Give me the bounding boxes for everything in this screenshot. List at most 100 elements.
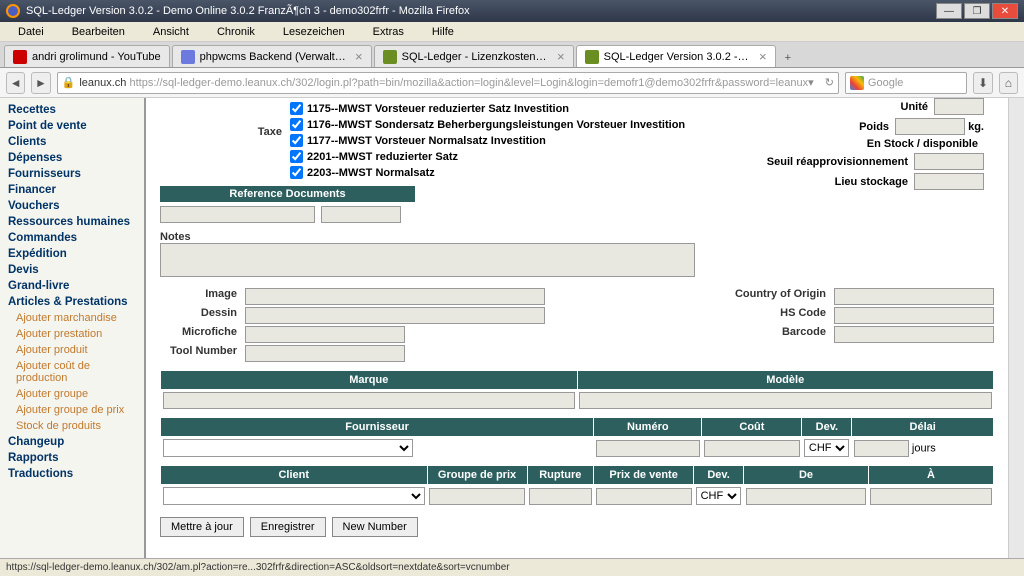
maximize-button[interactable]: ❐ bbox=[964, 3, 990, 19]
save-button[interactable]: Enregistrer bbox=[250, 517, 326, 537]
notes-textarea[interactable] bbox=[160, 243, 695, 277]
de-input[interactable] bbox=[746, 488, 867, 505]
sidebar-financer[interactable]: Financer bbox=[8, 182, 142, 198]
vertical-scrollbar[interactable] bbox=[1008, 98, 1024, 558]
sidebar-ajouter-groupeprix[interactable]: Ajouter groupe de prix bbox=[8, 402, 142, 418]
dropdown-icon[interactable]: ▾ bbox=[808, 76, 814, 89]
numero-input[interactable] bbox=[596, 440, 700, 457]
menu-ansicht[interactable]: Ansicht bbox=[139, 24, 203, 40]
sidebar-stock[interactable]: Stock de produits bbox=[8, 418, 142, 434]
sidebar-rapports[interactable]: Rapports bbox=[8, 450, 142, 466]
sidebar-vouchers[interactable]: Vouchers bbox=[8, 198, 142, 214]
menu-chronik[interactable]: Chronik bbox=[203, 24, 269, 40]
fournisseur-select[interactable] bbox=[163, 439, 413, 457]
modele-input[interactable] bbox=[579, 392, 992, 409]
poids-input[interactable] bbox=[895, 118, 965, 135]
sidebar-pointdevente[interactable]: Point de vente bbox=[8, 118, 142, 134]
prix-input[interactable] bbox=[596, 488, 692, 505]
sidebar: Recettes Point de vente Clients Dépenses… bbox=[0, 98, 146, 558]
tax-2203-checkbox[interactable] bbox=[290, 166, 303, 179]
unite-input[interactable] bbox=[934, 98, 984, 115]
hscode-label: HS Code bbox=[780, 307, 834, 319]
sidebar-changeup[interactable]: Changeup bbox=[8, 434, 142, 450]
menu-extras[interactable]: Extras bbox=[359, 24, 418, 40]
downloads-button[interactable]: ⬇ bbox=[973, 72, 992, 94]
tax-1176-checkbox[interactable] bbox=[290, 118, 303, 131]
de-header: De bbox=[744, 466, 869, 485]
groupe-input[interactable] bbox=[429, 488, 525, 505]
clientdev-select[interactable]: CHF bbox=[696, 487, 741, 505]
tab-phpwcms[interactable]: phpwcms Backend (Verwaltung) - sql...× bbox=[172, 45, 372, 67]
refdoc-input-1[interactable] bbox=[160, 206, 315, 223]
sidebar-ajouter-groupe[interactable]: Ajouter groupe bbox=[8, 386, 142, 402]
search-bar[interactable]: Google bbox=[845, 72, 967, 94]
close-button[interactable]: ✕ bbox=[992, 3, 1018, 19]
menu-hilfe[interactable]: Hilfe bbox=[418, 24, 468, 40]
minimize-button[interactable]: — bbox=[936, 3, 962, 19]
new-tab-button[interactable]: + bbox=[778, 49, 798, 67]
tax-2201-checkbox[interactable] bbox=[290, 150, 303, 163]
menubar: Datei Bearbeiten Ansicht Chronik Lesezei… bbox=[0, 22, 1024, 42]
sidebar-ajouter-produit[interactable]: Ajouter produit bbox=[8, 342, 142, 358]
newnumber-button[interactable]: New Number bbox=[332, 517, 418, 537]
client-select[interactable] bbox=[163, 487, 426, 505]
sidebar-traductions[interactable]: Traductions bbox=[8, 466, 142, 482]
barcode-label: Barcode bbox=[782, 326, 834, 338]
back-button[interactable]: ◄ bbox=[6, 72, 25, 94]
sidebar-ajouter-prestation[interactable]: Ajouter prestation bbox=[8, 326, 142, 342]
dev-select[interactable]: CHF bbox=[804, 439, 849, 457]
dessin-input[interactable] bbox=[245, 307, 545, 324]
update-button[interactable]: Mettre à jour bbox=[160, 517, 244, 537]
tax-1175-checkbox[interactable] bbox=[290, 102, 303, 115]
sidebar-devis[interactable]: Devis bbox=[8, 262, 142, 278]
sidebar-clients[interactable]: Clients bbox=[8, 134, 142, 150]
close-icon[interactable]: × bbox=[759, 49, 767, 64]
microfiche-input[interactable] bbox=[245, 326, 405, 343]
tool-input[interactable] bbox=[245, 345, 405, 362]
jours-label: jours bbox=[912, 442, 936, 454]
seuil-input[interactable] bbox=[914, 153, 984, 170]
sidebar-expedition[interactable]: Expédition bbox=[8, 246, 142, 262]
sidebar-recettes[interactable]: Recettes bbox=[8, 102, 142, 118]
tax-2201-label: 2201--MWST reduzierter Satz bbox=[307, 151, 458, 163]
tab-youtube[interactable]: andri grolimund - YouTube bbox=[4, 45, 170, 67]
sidebar-commandes[interactable]: Commandes bbox=[8, 230, 142, 246]
delai-input[interactable] bbox=[854, 440, 909, 457]
hscode-input[interactable] bbox=[834, 307, 994, 324]
home-button[interactable]: ⌂ bbox=[999, 72, 1018, 94]
rupture-input[interactable] bbox=[529, 488, 592, 505]
menu-lesezeichen[interactable]: Lesezeichen bbox=[269, 24, 359, 40]
image-input[interactable] bbox=[245, 288, 545, 305]
sidebar-depenses[interactable]: Dépenses bbox=[8, 150, 142, 166]
clientdev-header: Dev. bbox=[694, 466, 744, 485]
seuil-label: Seuil réapprovisionnement bbox=[767, 156, 908, 168]
close-icon[interactable]: × bbox=[557, 49, 565, 64]
sidebar-fournisseurs[interactable]: Fournisseurs bbox=[8, 166, 142, 182]
tab-sqlledger2[interactable]: SQL-Ledger Version 3.0.2 - Demo Onl...× bbox=[576, 45, 776, 67]
image-label: Image bbox=[160, 288, 245, 300]
page-icon bbox=[585, 50, 599, 64]
a-input[interactable] bbox=[870, 488, 991, 505]
sidebar-grandlivre[interactable]: Grand-livre bbox=[8, 278, 142, 294]
tab-sqlledger1[interactable]: SQL-Ledger - Lizenzkostenfreien Ope...× bbox=[374, 45, 574, 67]
tax-1177-checkbox[interactable] bbox=[290, 134, 303, 147]
cout-input[interactable] bbox=[704, 440, 800, 457]
forward-button[interactable]: ► bbox=[31, 72, 50, 94]
lieu-input[interactable] bbox=[914, 173, 984, 190]
sidebar-ajouter-marchandise[interactable]: Ajouter marchandise bbox=[8, 310, 142, 326]
url-bar[interactable]: 🔒 leanux.ch https://sql-ledger-demo.lean… bbox=[57, 72, 839, 94]
country-input[interactable] bbox=[834, 288, 994, 305]
close-icon[interactable]: × bbox=[355, 49, 363, 64]
refdoc-input-2[interactable] bbox=[321, 206, 401, 223]
fournisseur-header: Fournisseur bbox=[161, 418, 594, 437]
sidebar-articles[interactable]: Articles & Prestations bbox=[8, 294, 142, 310]
lieu-label: Lieu stockage bbox=[835, 176, 908, 188]
marque-input[interactable] bbox=[163, 392, 576, 409]
window-title: SQL-Ledger Version 3.0.2 - Demo Online 3… bbox=[26, 5, 936, 17]
barcode-input[interactable] bbox=[834, 326, 994, 343]
sidebar-ressources[interactable]: Ressources humaines bbox=[8, 214, 142, 230]
menu-bearbeiten[interactable]: Bearbeiten bbox=[58, 24, 139, 40]
reload-icon[interactable]: ↻ bbox=[825, 76, 834, 89]
menu-datei[interactable]: Datei bbox=[4, 24, 58, 40]
sidebar-ajouter-cout[interactable]: Ajouter coût de production bbox=[8, 358, 142, 386]
